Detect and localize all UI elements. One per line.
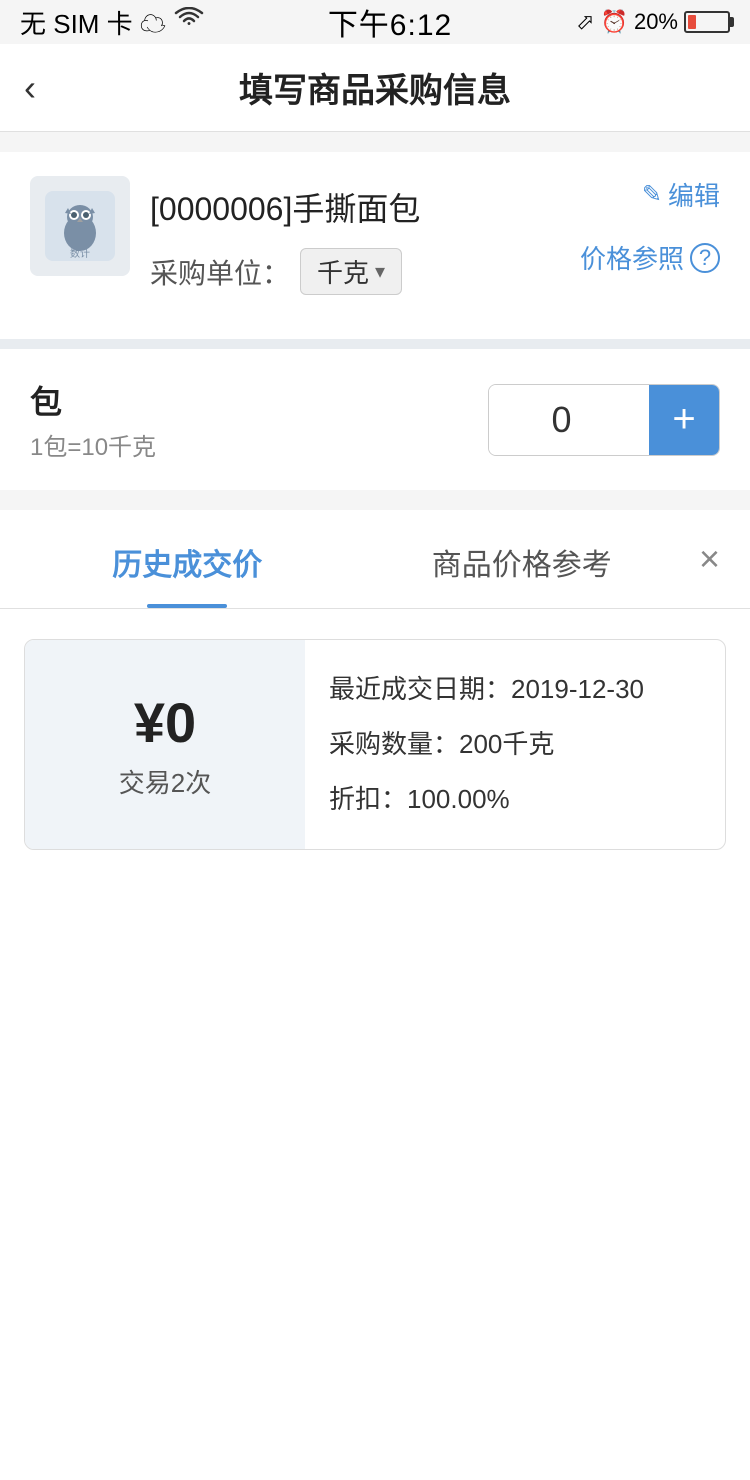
battery-percent: 20% <box>634 9 678 35</box>
location-icon: ⬀ <box>576 9 594 35</box>
unit-label: 采购单位： <box>150 252 290 292</box>
history-price-left: ¥0 交易2次 <box>25 640 305 849</box>
product-logo-icon: 数计 <box>45 191 115 261</box>
history-card: ¥0 交易2次 最近成交日期：2019-12-30 采购数量：200千克 折扣：… <box>24 639 726 850</box>
unit-select[interactable]: 千克 ▾ <box>300 248 402 295</box>
wifi-icon <box>174 7 204 38</box>
close-button[interactable]: × <box>689 514 730 604</box>
main-content-area <box>0 880 750 1480</box>
chevron-down-icon: ▾ <box>375 259 385 284</box>
section-divider <box>0 339 750 349</box>
status-time: 下午6:12 <box>328 0 452 44</box>
history-recent-date: 最近成交日期：2019-12-30 <box>329 670 701 709</box>
signal-text: 无 SIM 卡 ☁ <box>20 4 166 41</box>
product-name: [0000006]手撕面包 <box>150 184 420 230</box>
product-unit-row: 采购单位： 千克 ▾ <box>150 248 420 295</box>
edit-button[interactable]: ✎ 编辑 <box>642 176 720 213</box>
history-price-right: 最近成交日期：2019-12-30 采购数量：200千克 折扣：100.00% <box>305 640 725 849</box>
quantity-row: 包 1包=10千克 + <box>0 349 750 490</box>
tab-product-price[interactable]: 商品价格参考 <box>354 510 688 608</box>
battery-icon <box>684 11 730 33</box>
product-info: [0000006]手撕面包 采购单位： 千克 ▾ <box>150 176 420 295</box>
page-title: 填写商品采购信息 <box>239 63 511 112</box>
tabs-header: 历史成交价 商品价格参考 × <box>0 510 750 609</box>
status-left: 无 SIM 卡 ☁ <box>20 4 204 41</box>
quantity-input-group: + <box>488 384 720 456</box>
svg-text:数计: 数计 <box>70 247 90 260</box>
nav-bar: ‹ 填写商品采购信息 <box>0 44 750 132</box>
tab-history-price[interactable]: 历史成交价 <box>20 510 354 608</box>
quantity-input[interactable] <box>489 385 649 455</box>
help-icon: ? <box>690 243 720 273</box>
bottom-panel: 历史成交价 商品价格参考 × ¥0 交易2次 最近成交日期：2019-12-30… <box>0 510 750 1480</box>
status-right: ⬀ ⏰ 20% <box>576 9 730 35</box>
quantity-conversion: 1包=10千克 <box>30 427 156 462</box>
price-ref-button[interactable]: 价格参照 ? <box>580 239 720 276</box>
status-bar: 无 SIM 卡 ☁ 下午6:12 ⬀ ⏰ 20% <box>0 0 750 44</box>
quantity-left: 包 1包=10千克 <box>30 377 156 462</box>
product-header: 数计 [0000006]手撕面包 采购单位： 千克 ▾ ✎ 编辑 <box>30 176 720 295</box>
product-image: 数计 <box>30 176 130 276</box>
product-right: ✎ 编辑 价格参照 ? <box>580 176 720 276</box>
product-left: 数计 [0000006]手撕面包 采购单位： 千克 ▾ <box>30 176 420 295</box>
alarm-icon: ⏰ <box>601 9 628 35</box>
history-purchase-qty: 采购数量：200千克 <box>329 725 701 764</box>
edit-icon: ✎ <box>642 180 662 209</box>
history-discount: 折扣：100.00% <box>329 780 701 819</box>
history-price-value: ¥0 <box>134 690 196 755</box>
quantity-unit: 包 <box>30 377 156 423</box>
history-trades-count: 交易2次 <box>119 763 211 800</box>
quantity-plus-button[interactable]: + <box>649 385 719 455</box>
product-card: 数计 [0000006]手撕面包 采购单位： 千克 ▾ ✎ 编辑 <box>0 152 750 339</box>
back-button[interactable]: ‹ <box>24 67 36 109</box>
unit-value: 千克 <box>317 253 369 290</box>
